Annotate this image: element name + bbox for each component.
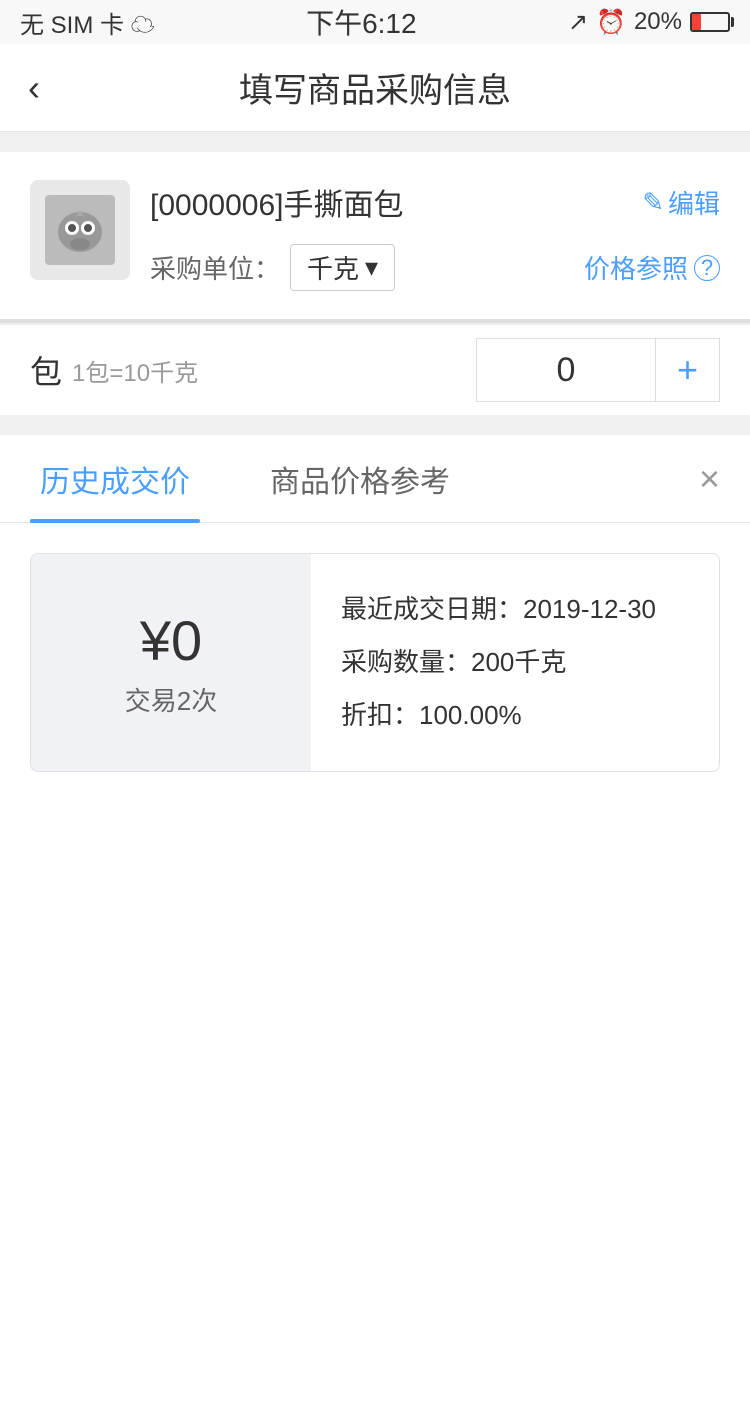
tab-price-reference[interactable]: 商品价格参考 [260, 435, 460, 523]
history-qty-label: 采购数量： [341, 647, 471, 677]
status-time: 下午6:12 [306, 2, 417, 42]
quantity-controls: 0 + [476, 338, 720, 402]
unit-row: 采购单位： 千克 ▾ 价格参照 ? [150, 244, 720, 291]
price-reference-button[interactable]: 价格参照 ? [584, 249, 720, 286]
status-bar: 无 SIM 卡 ☁ 下午6:12 ↗ ⏰ 20% [0, 0, 750, 44]
unit-selector-group: 采购单位： 千克 ▾ [150, 244, 395, 291]
history-discount-label: 折扣： [341, 700, 419, 730]
location-icon: ↗ [568, 8, 588, 37]
status-right: ↗ ⏰ 20% [568, 8, 730, 37]
product-image [45, 195, 115, 265]
history-date-row: 最近成交日期：2019-12-30 [341, 590, 689, 629]
history-discount-value: 100.00% [419, 700, 522, 730]
price-ref-label: 价格参照 [584, 249, 688, 286]
unit-select[interactable]: 千克 ▾ [290, 244, 395, 291]
history-trade-count: 交易2次 [125, 681, 217, 718]
tab-active-indicator [30, 519, 200, 523]
product-info: [0000006]手撕面包 ✎ 编辑 采购单位： 千克 ▾ 价格参照 ? [150, 180, 720, 291]
product-name-row: [0000006]手撕面包 ✎ 编辑 [150, 180, 720, 224]
status-left: 无 SIM 卡 ☁ [20, 5, 155, 40]
sim-signal: 无 SIM 卡 ☁ [20, 5, 155, 40]
tab-price-ref-label: 商品价格参考 [270, 457, 450, 501]
history-card: ¥0 交易2次 最近成交日期：2019-12-30 采购数量：200千克 折扣：… [30, 553, 720, 772]
back-button[interactable]: ‹ [28, 67, 40, 109]
tab-history-price[interactable]: 历史成交价 [30, 435, 200, 523]
product-thumbnail [30, 180, 130, 280]
edit-button[interactable]: ✎ 编辑 [642, 184, 720, 221]
battery-icon [690, 12, 730, 32]
quantity-label: 包 1包=10千克 [30, 347, 198, 393]
tab-close-button[interactable]: × [699, 458, 720, 500]
quantity-plus-button[interactable]: + [656, 338, 720, 402]
unit-label: 采购单位： [150, 249, 280, 286]
quantity-input[interactable]: 0 [476, 338, 656, 402]
tab-section: 历史成交价 商品价格参考 × ¥0 交易2次 最近成交日期：2019-12-30… [0, 435, 750, 802]
tab-header: 历史成交价 商品价格参考 × [0, 435, 750, 523]
edit-label: 编辑 [668, 184, 720, 221]
dropdown-icon: ▾ [365, 252, 378, 283]
product-logo-icon [50, 200, 110, 260]
page-title: 填写商品采购信息 [239, 63, 511, 112]
alarm-icon: ⏰ [596, 8, 626, 37]
separator [0, 319, 750, 323]
history-card-left: ¥0 交易2次 [31, 554, 311, 771]
history-price: ¥0 [140, 608, 202, 673]
product-row: [0000006]手撕面包 ✎ 编辑 采购单位： 千克 ▾ 价格参照 ? [30, 180, 720, 291]
tab-history-label: 历史成交价 [40, 457, 190, 501]
qty-conversion: 1包=10千克 [72, 353, 198, 388]
help-icon: ? [694, 255, 720, 281]
history-content: ¥0 交易2次 最近成交日期：2019-12-30 采购数量：200千克 折扣：… [0, 523, 750, 802]
history-date-value: 2019-12-30 [523, 594, 656, 624]
history-qty-value: 200千克 [471, 647, 566, 677]
edit-icon: ✎ [642, 187, 664, 218]
page-body [0, 802, 750, 1402]
unit-value: 千克 [307, 249, 359, 286]
product-name: [0000006]手撕面包 [150, 180, 403, 224]
page-header: ‹ 填写商品采购信息 [0, 44, 750, 132]
history-card-right: 最近成交日期：2019-12-30 采购数量：200千克 折扣：100.00% [311, 554, 719, 771]
battery-percent: 20% [634, 8, 682, 36]
history-qty-row: 采购数量：200千克 [341, 643, 689, 682]
qty-unit-label: 包 [30, 347, 62, 393]
history-discount-row: 折扣：100.00% [341, 696, 689, 735]
history-date-label: 最近成交日期： [341, 594, 523, 624]
quantity-section: 包 1包=10千克 0 + [0, 325, 750, 415]
product-card: [0000006]手撕面包 ✎ 编辑 采购单位： 千克 ▾ 价格参照 ? [0, 152, 750, 319]
